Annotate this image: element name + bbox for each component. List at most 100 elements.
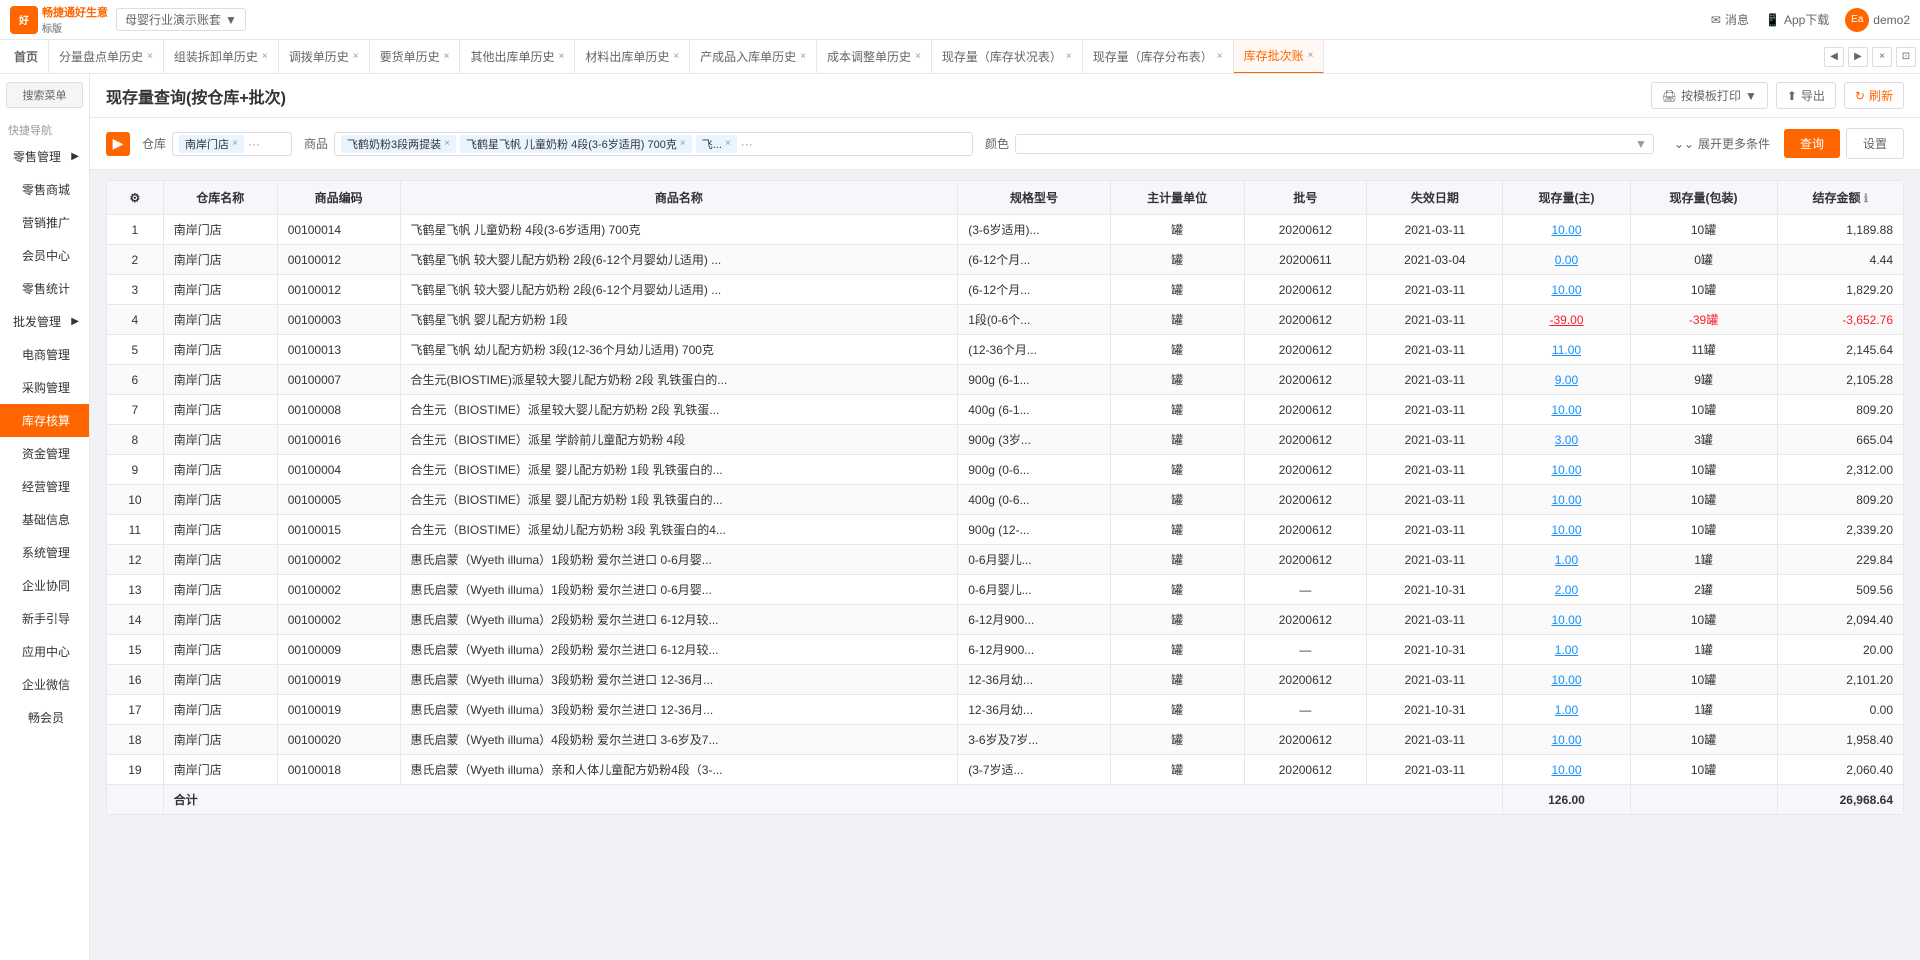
search-menu-btn[interactable]: 搜索菜单 <box>6 82 83 108</box>
filter-expand-btn[interactable]: ▶ <box>106 132 130 156</box>
industry-select[interactable]: 母婴行业演示账套 ▼ <box>116 8 246 31</box>
message-btn[interactable]: ✉ 消息 <box>1711 11 1749 28</box>
row-stock-main[interactable]: 10.00 <box>1503 485 1630 515</box>
more-icon[interactable]: ··· <box>248 137 260 151</box>
app-download-btn[interactable]: 📱 App下载 <box>1765 11 1829 28</box>
row-stock-main[interactable]: 11.00 <box>1503 335 1630 365</box>
row-stock-main[interactable]: 10.00 <box>1503 605 1630 635</box>
sidebar-item-basic[interactable]: 基础信息 <box>0 503 89 536</box>
sidebar-item-guide[interactable]: 新手引导 <box>0 602 89 635</box>
user-area[interactable]: Ea demo2 <box>1845 8 1910 32</box>
product-more-icon[interactable]: ··· <box>741 137 753 151</box>
row-stock-main[interactable]: 0.00 <box>1503 245 1630 275</box>
logo-icon: 好 <box>10 6 38 34</box>
close-icon[interactable]: × <box>673 51 679 62</box>
tab-material-out[interactable]: 材料出库单历史 × <box>575 40 690 74</box>
close-icon[interactable]: × <box>444 51 450 62</box>
tab-product-in[interactable]: 产成品入库单历史 × <box>690 40 817 74</box>
sidebar-item-retail-stats[interactable]: 零售统计 <box>0 272 89 305</box>
table-row: 18 南岸门店 00100020 惠氏启蒙（Wyeth illuma）4段奶粉 … <box>107 725 1904 755</box>
sidebar-item-retail-mall[interactable]: 零售商城 <box>0 173 89 206</box>
sidebar-item-retail-mgmt[interactable]: 零售管理 ▶ <box>0 140 89 173</box>
sidebar-item-marketing[interactable]: 营销推广 <box>0 206 89 239</box>
row-unit: 罐 <box>1110 515 1244 545</box>
query-button[interactable]: 查询 <box>1784 129 1840 158</box>
tab-split-inventory[interactable]: 分量盘点单历史 × <box>49 40 164 74</box>
sidebar-item-system[interactable]: 系统管理 <box>0 536 89 569</box>
row-stock-main[interactable]: 10.00 <box>1503 455 1630 485</box>
warehouse-tag-container[interactable]: 南岸门店 × ··· <box>172 132 292 156</box>
sidebar-item-member2[interactable]: 畅会员 <box>0 701 89 734</box>
close-icon[interactable]: × <box>1308 50 1314 61</box>
row-stock-main[interactable]: 9.00 <box>1503 365 1630 395</box>
table-container: ⚙ 仓库名称 商品编码 商品名称 规格型号 主计量单位 批号 失效日期 现存量(… <box>90 170 1920 960</box>
balance-info-icon[interactable]: ℹ <box>1864 193 1868 205</box>
tab-expand-btn[interactable]: ⊡ <box>1896 47 1916 67</box>
row-unit: 罐 <box>1110 245 1244 275</box>
template-print-btn[interactable]: 🖨 按模板打印 ▼ <box>1651 82 1768 109</box>
row-code: 00100012 <box>277 275 400 305</box>
tab-close-all-btn[interactable]: × <box>1872 47 1892 67</box>
row-unit: 罐 <box>1110 605 1244 635</box>
close-icon[interactable]: × <box>147 51 153 62</box>
col-gear[interactable]: ⚙ <box>107 181 164 215</box>
settings-button[interactable]: 设置 <box>1846 128 1904 159</box>
product-tag-close-2[interactable]: × <box>680 138 686 149</box>
sidebar-item-wholesale[interactable]: 批发管理 ▶ <box>0 305 89 338</box>
row-num: 9 <box>107 455 164 485</box>
row-stock-main[interactable]: 10.00 <box>1503 725 1630 755</box>
tab-transfer[interactable]: 调拨单历史 × <box>279 40 370 74</box>
row-stock-main[interactable]: 10.00 <box>1503 395 1630 425</box>
tab-next-btn[interactable]: ▶ <box>1848 47 1868 67</box>
row-stock-main[interactable]: 10.00 <box>1503 215 1630 245</box>
product-tag-close-3[interactable]: × <box>725 138 731 149</box>
color-container[interactable]: ▼ <box>1015 134 1654 154</box>
product-tag-close-1[interactable]: × <box>444 138 450 149</box>
warehouse-tag-close[interactable]: × <box>232 138 238 149</box>
close-icon[interactable]: × <box>800 51 806 62</box>
row-stock-main[interactable]: -39.00 <box>1503 305 1630 335</box>
row-stock-main[interactable]: 2.00 <box>1503 575 1630 605</box>
tab-disassembly[interactable]: 组装拆卸单历史 × <box>164 40 279 74</box>
row-stock-main[interactable]: 10.00 <box>1503 515 1630 545</box>
row-name: 飞鹤星飞帆 幼儿配方奶粉 3段(12-36个月幼儿适用) 700克 <box>400 335 958 365</box>
close-icon[interactable]: × <box>915 51 921 62</box>
sidebar-item-enterprise[interactable]: 企业协同 <box>0 569 89 602</box>
sidebar-item-inventory[interactable]: 库存核算 <box>0 404 89 437</box>
row-stock-main[interactable]: 1.00 <box>1503 635 1630 665</box>
export-btn[interactable]: ⬆ 导出 <box>1776 82 1836 109</box>
row-stock-main[interactable]: 3.00 <box>1503 425 1630 455</box>
row-stock-pkg: -39罐 <box>1630 305 1777 335</box>
sidebar-item-apps[interactable]: 应用中心 <box>0 635 89 668</box>
close-icon[interactable]: × <box>558 51 564 62</box>
tab-requisition[interactable]: 要货单历史 × <box>370 40 461 74</box>
refresh-btn[interactable]: ↻ 刷新 <box>1844 82 1904 109</box>
close-icon[interactable]: × <box>262 51 268 62</box>
row-stock-main[interactable]: 1.00 <box>1503 695 1630 725</box>
tab-prev-btn[interactable]: ◀ <box>1824 47 1844 67</box>
close-icon[interactable]: × <box>1066 51 1072 62</box>
tab-other-out[interactable]: 其他出库单历史 × <box>460 40 575 74</box>
tab-home[interactable]: 首页 <box>4 40 49 74</box>
close-icon[interactable]: × <box>1217 51 1223 62</box>
sidebar-item-wechat[interactable]: 企业微信 <box>0 668 89 701</box>
row-spec: 900g (6-1... <box>958 365 1111 395</box>
row-batch: 20200612 <box>1244 605 1367 635</box>
row-warehouse: 南岸门店 <box>163 515 277 545</box>
row-stock-main[interactable]: 10.00 <box>1503 665 1630 695</box>
tab-stock-dist[interactable]: 现存量（库存分布表） × <box>1083 40 1234 74</box>
tab-cost-adjust[interactable]: 成本调整单历史 × <box>817 40 932 74</box>
sidebar-item-member[interactable]: 会员中心 <box>0 239 89 272</box>
tab-stock-status[interactable]: 现存量（库存状况表） × <box>932 40 1083 74</box>
row-stock-main[interactable]: 10.00 <box>1503 275 1630 305</box>
close-icon[interactable]: × <box>353 51 359 62</box>
sidebar-item-purchase[interactable]: 采购管理 <box>0 371 89 404</box>
tab-batch-voucher[interactable]: 库存批次账 × <box>1234 40 1325 74</box>
expand-more-btn[interactable]: ⌄⌄ 展开更多条件 <box>1666 131 1778 156</box>
product-tag-container[interactable]: 飞鹤奶粉3段两提装 × 飞鹤星飞帆 儿童奶粉 4段(3-6岁适用) 700克 ×… <box>334 132 973 156</box>
sidebar-item-finance[interactable]: 资金管理 <box>0 437 89 470</box>
sidebar-item-ecommerce[interactable]: 电商管理 <box>0 338 89 371</box>
row-stock-main[interactable]: 1.00 <box>1503 545 1630 575</box>
sidebar-item-operations[interactable]: 经营管理 <box>0 470 89 503</box>
row-stock-main[interactable]: 10.00 <box>1503 755 1630 785</box>
